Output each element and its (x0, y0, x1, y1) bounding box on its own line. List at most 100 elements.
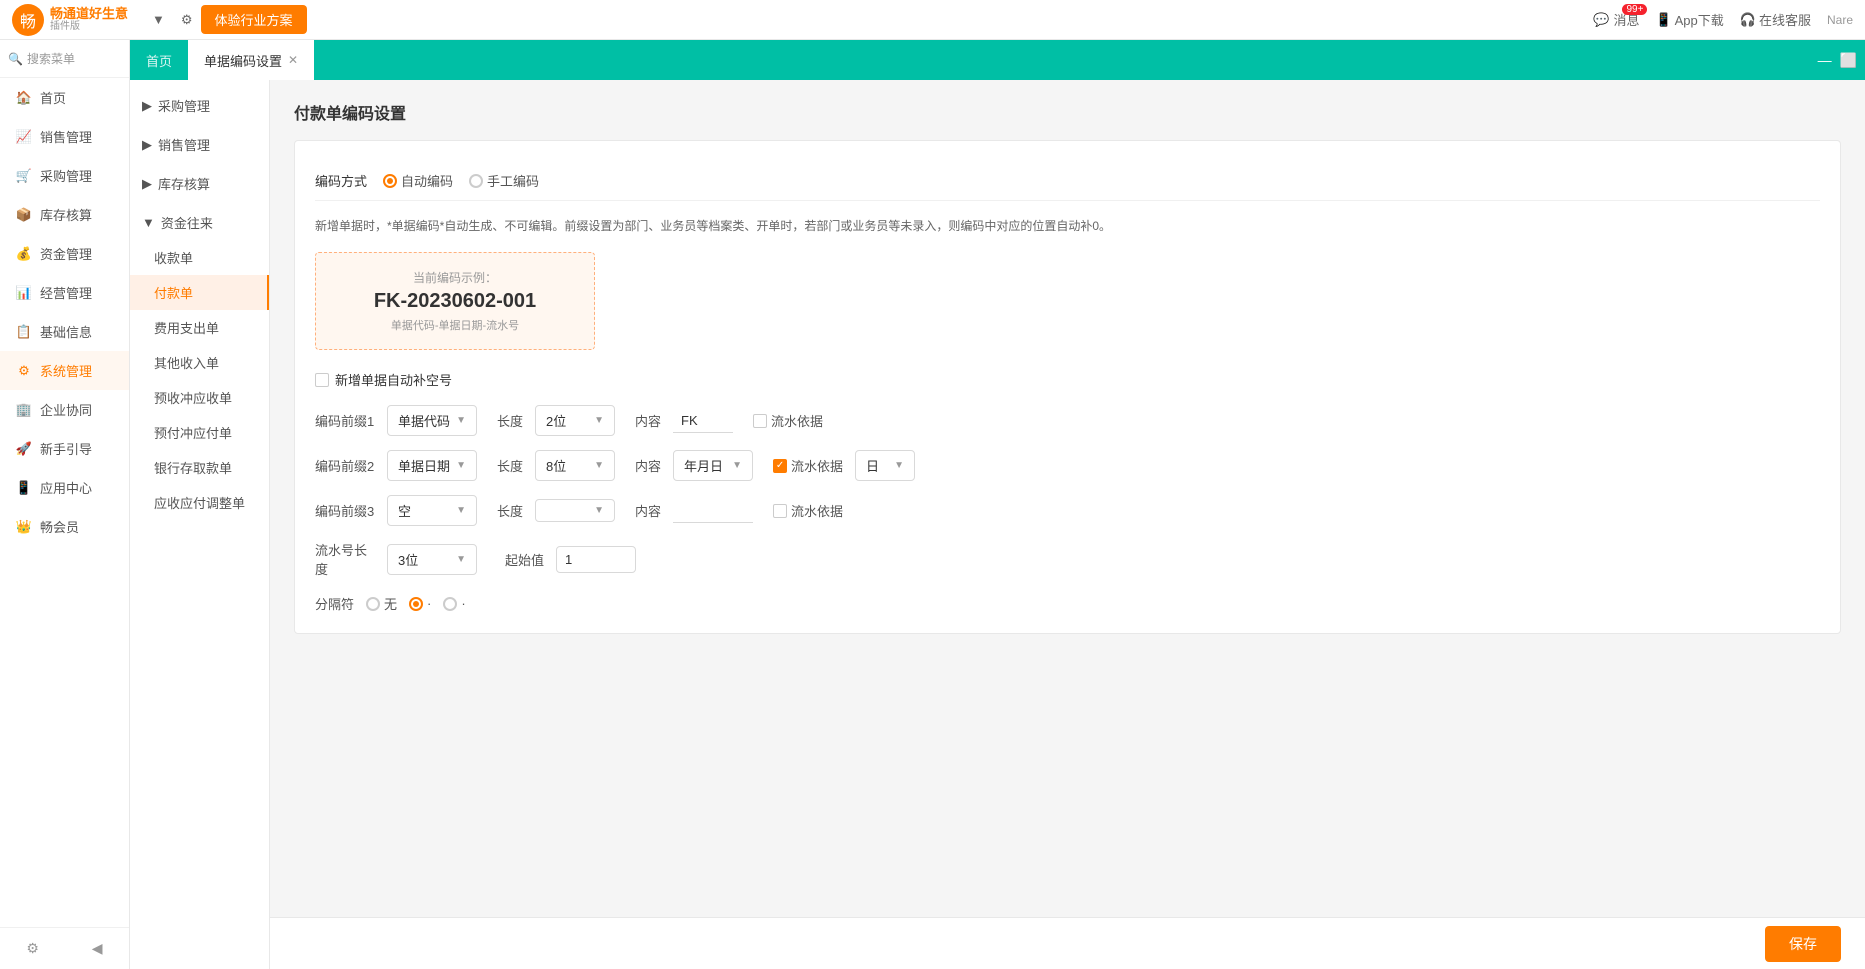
sidebar-item-newguide[interactable]: 🚀 新手引导 (0, 429, 129, 468)
auto-encoding-radio[interactable]: 自动编码 (383, 171, 453, 190)
prefix2-date-select[interactable]: 日 ▼ (855, 450, 915, 481)
nav-dropdown[interactable]: ▼ (144, 12, 173, 27)
sep-underscore-radio[interactable]: · (443, 596, 465, 611)
sidebar-item-operations[interactable]: 📊 经营管理 (0, 273, 129, 312)
sep-none-radio[interactable]: 无 (366, 594, 397, 613)
trial-btn[interactable]: 体验行业方案 (201, 5, 307, 34)
sidebar-settings-btn[interactable]: ⚙ (18, 936, 47, 961)
prefix1-content-input[interactable] (673, 409, 733, 433)
logo-text: 畅通道好生意 插件版 (50, 6, 128, 34)
tab-home-label: 首页 (146, 51, 172, 70)
prefix2-content-select[interactable]: 年月日 ▼ (673, 450, 753, 481)
code-preview-label: 当前编码示例： (336, 269, 574, 286)
sidebar-item-system[interactable]: ⚙ 系统管理 (0, 351, 129, 390)
prefix2-length-label: 长度 (497, 456, 523, 475)
nav-header-inventory[interactable]: ▶ 库存核算 (130, 166, 269, 201)
sidebar-item-finance[interactable]: 💰 资金管理 (0, 234, 129, 273)
nav-item-receipt[interactable]: 收款单 (130, 240, 269, 275)
sidebar-item-newguide-label: 新手引导 (40, 439, 92, 458)
prefix3-content-input[interactable] (673, 499, 753, 523)
manual-encoding-radio[interactable]: 手工编码 (469, 171, 539, 190)
sidebar-item-purchase[interactable]: 🛒 采购管理 (0, 156, 129, 195)
prefix1-serial-checkbox[interactable] (753, 414, 767, 428)
logo-main: 畅通道好生意 (50, 6, 128, 22)
sidebar-item-sales-label: 销售管理 (40, 127, 92, 146)
nav-item-prepayreceive[interactable]: 预收冲应收单 (130, 380, 269, 415)
sidebar-item-enterprise[interactable]: 🏢 企业协同 (0, 390, 129, 429)
secondary-nav: ▶ 采购管理 ▶ 销售管理 ▶ 库存核算 (130, 80, 270, 969)
nav-item-prepayment[interactable]: 预付冲应付单 (130, 415, 269, 450)
nav-sales-chevron: ▶ (142, 137, 152, 153)
nav-item-expense[interactable]: 费用支出单 (130, 310, 269, 345)
sidebar-item-appcenter[interactable]: 📱 应用中心 (0, 468, 129, 507)
tab-bar-actions: — ⬜ (1818, 52, 1865, 69)
serial-length-select[interactable]: 3位 ▼ (387, 544, 477, 575)
sidebar-item-inventory-label: 库存核算 (40, 205, 92, 224)
nav-item-bankdeposit-label: 银行存取款单 (154, 461, 232, 476)
prefix3-select[interactable]: 空 ▼ (387, 495, 477, 526)
top-bar: 畅 畅通道好生意 插件版 ▼ ⚙ 体验行业方案 💬 消息 99+ 📱 App下载… (0, 0, 1865, 40)
prefix1-select[interactable]: 单据代码 ▼ (387, 405, 477, 436)
nav-gear[interactable]: ⚙ (181, 12, 193, 28)
tab-singlecode-label: 单据编码设置 (204, 51, 282, 70)
prefix3-length-select[interactable]: ▼ (535, 499, 615, 522)
sidebar-item-appcenter-label: 应用中心 (40, 478, 92, 497)
sep-dash-label: · (427, 596, 431, 611)
prefix1-length-value: 2位 (546, 411, 566, 430)
prefix3-serial-checkbox[interactable] (773, 504, 787, 518)
auto-fill-checkbox[interactable] (315, 373, 329, 387)
tab-home[interactable]: 首页 (130, 40, 188, 80)
page-content: 付款单编码设置 编码方式 自动编码 (270, 80, 1865, 917)
logo: 畅 畅通道好生意 插件版 (12, 4, 128, 36)
content-main: ▶ 采购管理 ▶ 销售管理 ▶ 库存核算 (130, 80, 1865, 969)
prefix2-length-select[interactable]: 8位 ▼ (535, 450, 615, 481)
code-preview: 当前编码示例： FK-20230602-001 单据代码-单据日期-流水号 (315, 252, 595, 350)
nav-header-capital[interactable]: ▼ 资金往来 (130, 205, 269, 240)
tab-maximize-icon[interactable]: ⬜ (1840, 52, 1857, 69)
member-icon: 👑 (16, 519, 32, 535)
code-preview-sub: 单据代码-单据日期-流水号 (336, 317, 574, 333)
bottom-bar: 保存 (270, 917, 1865, 969)
nav-item-payment[interactable]: 付款单 (130, 275, 269, 310)
nav-header-purchase[interactable]: ▶ 采购管理 (130, 88, 269, 123)
sidebar-item-member[interactable]: 👑 畅会员 (0, 507, 129, 546)
prefix2-length-arrow: ▼ (594, 460, 604, 471)
info-text: 新增单据时，*单据编码*自动生成、不可编辑。前缀设置为部门、业务员等档案类、开单… (315, 217, 1820, 236)
prefix2-select[interactable]: 单据日期 ▼ (387, 450, 477, 481)
message-btn[interactable]: 💬 消息 99+ (1593, 10, 1639, 29)
sidebar-item-home[interactable]: 🏠 首页 (0, 78, 129, 117)
sidebar-item-basic[interactable]: 📋 基础信息 (0, 312, 129, 351)
nav-item-income-label: 其他收入单 (154, 356, 219, 371)
enterprise-icon: 🏢 (16, 402, 32, 418)
online-service-btn[interactable]: 🎧 在线客服 (1740, 10, 1811, 29)
sidebar: 🔍 搜索菜单 🏠 首页 📈 销售管理 🛒 采购管理 📦 库存核算 💰 资金管理 … (0, 40, 130, 969)
sidebar-item-purchase-label: 采购管理 (40, 166, 92, 185)
tab-singlecode[interactable]: 单据编码设置 ✕ (188, 40, 314, 80)
sep-underscore-label: · (461, 596, 465, 611)
tab-minimize-icon[interactable]: — (1818, 52, 1832, 68)
sep-underscore-dot (443, 597, 457, 611)
newguide-icon: 🚀 (16, 441, 32, 457)
nav-header-sales[interactable]: ▶ 销售管理 (130, 127, 269, 162)
sidebar-item-sales[interactable]: 📈 销售管理 (0, 117, 129, 156)
nav-item-adjustment[interactable]: 应收应付调整单 (130, 485, 269, 520)
prefix1-serial-check: 流水依据 (753, 411, 823, 430)
search-menu-btn[interactable]: 🔍 搜索菜单 (0, 40, 129, 78)
app-download-btn[interactable]: 📱 App下载 (1655, 10, 1723, 29)
tab-close-icon[interactable]: ✕ (288, 53, 298, 67)
user-name[interactable]: Nare (1827, 13, 1853, 27)
nav-inventory-chevron: ▶ (142, 176, 152, 192)
sidebar-item-member-label: 畅会员 (40, 517, 79, 536)
sidebar-item-inventory[interactable]: 📦 库存核算 (0, 195, 129, 234)
nav-item-bankdeposit[interactable]: 银行存取款单 (130, 450, 269, 485)
save-button[interactable]: 保存 (1765, 926, 1841, 962)
sep-dash-radio[interactable]: · (409, 596, 431, 611)
sidebar-collapse-btn[interactable]: ◀ (84, 936, 111, 961)
sidebar-item-basic-label: 基础信息 (40, 322, 92, 341)
serial-start-input[interactable] (556, 546, 636, 573)
prefix3-value: 空 (398, 501, 411, 520)
nav-item-income[interactable]: 其他收入单 (130, 345, 269, 380)
sep-dash-dot (409, 597, 423, 611)
prefix2-serial-checkbox[interactable]: ✓ (773, 459, 787, 473)
prefix1-length-select[interactable]: 2位 ▼ (535, 405, 615, 436)
